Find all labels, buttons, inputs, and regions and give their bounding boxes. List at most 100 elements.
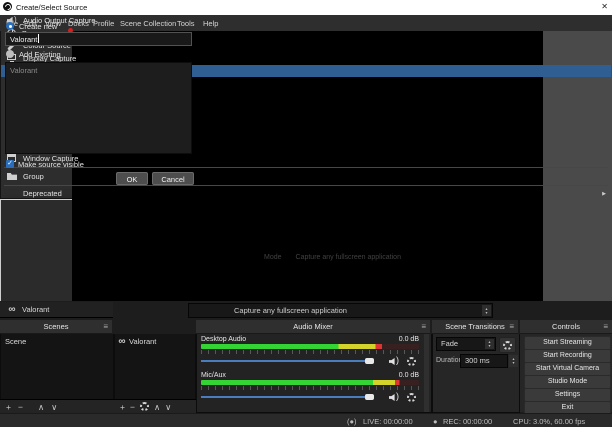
mixer-channel-level: 0.0 dB <box>398 372 419 379</box>
transition-combobox[interactable]: Fade ▴ ▾ <box>436 337 496 351</box>
sources-toolbar: + − ∧ ∨ <box>114 399 200 413</box>
scene-list-item[interactable]: Scene <box>5 337 26 346</box>
duration-spinbox[interactable]: 300 ms <box>460 354 508 368</box>
text-caret <box>38 34 40 43</box>
duration-value: 300 ms <box>465 356 490 365</box>
menu-separator <box>4 185 608 186</box>
remove-scene-button[interactable]: − <box>18 402 23 412</box>
transition-value: Fade <box>441 339 459 348</box>
volume-meter <box>201 344 419 349</box>
submenu-arrow-icon: ▶ <box>602 190 606 197</box>
speaker-mute-icon[interactable] <box>389 391 401 402</box>
audio-mixer-title: Audio Mixer <box>293 322 333 331</box>
settings-button[interactable]: Settings <box>524 388 611 402</box>
sources-list[interactable]: ∞ Valorant <box>114 334 196 400</box>
source-name-input[interactable]: Valorant <box>5 32 192 46</box>
start-recording-button[interactable]: Start Recording <box>524 349 611 363</box>
meter-ticks <box>201 350 419 354</box>
scene-transitions-title: Scene Transitions <box>445 322 505 331</box>
add-scene-button[interactable]: + <box>6 402 11 412</box>
gear-icon <box>503 340 512 350</box>
start-virtual-camera-button[interactable]: Start Virtual Camera <box>524 362 611 376</box>
gamepad-icon: ∞ <box>118 336 126 347</box>
combobox-spinner-icon[interactable]: ▴ ▾ <box>482 305 491 316</box>
scenes-title: Scenes <box>43 322 69 331</box>
gamepad-icon: ∞ <box>8 303 16 315</box>
combobox-spinner-icon[interactable]: ▴ ▾ <box>485 339 494 349</box>
scene-transitions-panel-header: Scene Transitions ≡ <box>432 320 518 334</box>
cpu-fps-status: CPU: 3.0%, 60.00 fps <box>513 417 586 426</box>
scenes-panel-menu-icon[interactable]: ≡ <box>103 320 108 333</box>
create-new-label: Create new <box>19 22 58 31</box>
menu-separator <box>4 167 608 168</box>
move-scene-up-button[interactable]: ∧ <box>38 402 44 412</box>
scenes-list[interactable]: Scene <box>0 334 114 400</box>
controls-panel-menu-icon[interactable]: ≡ <box>603 320 608 333</box>
visible-checkbox-label: Make source visible <box>18 160 84 169</box>
add-existing-label: Add Existing <box>19 50 61 59</box>
mode-value: Capture any fullscreen application <box>295 254 401 261</box>
mode-combobox-value: Capture any fullscreen application <box>234 306 347 315</box>
transition-gear-button[interactable] <box>499 337 516 353</box>
mixer-channel-name: Desktop Audio <box>201 336 247 343</box>
dialog-close-icon[interactable]: ✕ <box>601 2 608 11</box>
audio-mixer-panel-menu-icon[interactable]: ≡ <box>421 320 426 333</box>
audio-mixer-body: Desktop Audio 0.0 dB Mic/Aux 0.0 dB <box>196 334 432 413</box>
add-source-button[interactable]: + <box>120 402 125 412</box>
channel-gear-icon[interactable] <box>407 393 416 402</box>
properties-source-row: ∞ Valorant <box>0 302 113 318</box>
duration-spinner-icon[interactable]: ▴ ▾ <box>509 355 518 367</box>
properties-source-name: Valorant <box>22 305 50 314</box>
remove-source-button[interactable]: − <box>130 402 135 412</box>
volume-slider[interactable] <box>201 393 381 401</box>
scene-transitions-panel-menu-icon[interactable]: ≡ <box>509 320 514 333</box>
status-bar: (●) LIVE: 00:00:00 ● REC: 00:00:00 CPU: … <box>0 413 612 427</box>
existing-source-item[interactable]: Valorant <box>10 66 37 75</box>
meter-ticks <box>201 386 419 390</box>
mixer-scrollbar[interactable] <box>424 334 429 412</box>
scenes-toolbar: + − ∧ ∨ <box>0 399 118 413</box>
channel-gear-icon[interactable] <box>407 357 416 366</box>
existing-sources-list[interactable]: Valorant <box>5 62 192 154</box>
start-streaming-button[interactable]: Start Streaming <box>524 336 611 350</box>
menu-item-group[interactable]: Group <box>1 170 611 183</box>
move-source-up-button[interactable]: ∧ <box>154 402 160 412</box>
add-existing-radio[interactable] <box>6 50 14 58</box>
slider-handle[interactable] <box>364 358 374 364</box>
create-new-radio[interactable] <box>6 22 14 30</box>
live-status: LIVE: 00:00:00 <box>363 417 413 426</box>
menu-item-label: Deprecated <box>23 189 62 199</box>
dialog-title-bar[interactable]: Create/Select Source ✕ <box>0 0 612 13</box>
obs-main-window: OBS 27.2.4 (64-bit, windows) - Profile: … <box>0 0 612 427</box>
studio-mode-button[interactable]: Studio Mode <box>524 375 611 389</box>
scene-transitions-body: Fade ▴ ▾ Duration 300 ms ▴ ▾ <box>432 334 520 413</box>
speaker-mute-icon[interactable] <box>389 355 401 366</box>
menu-item-audio-output-capture[interactable]: Audio Output Capture <box>1 15 611 28</box>
controls-title: Controls <box>552 322 580 331</box>
audio-mixer-panel-header: Audio Mixer ≡ <box>196 320 430 334</box>
scenes-panel-header: Scenes ≡ <box>0 320 112 334</box>
move-scene-down-button[interactable]: ∨ <box>51 402 57 412</box>
cancel-button[interactable]: Cancel <box>152 172 194 185</box>
rec-dot-icon: ● <box>433 417 438 426</box>
menu-item-label: Group <box>23 171 44 181</box>
menu-item-deprecated[interactable]: Deprecated ▶ <box>1 188 611 201</box>
rec-status: REC: 00:00:00 <box>443 417 493 426</box>
mode-combobox[interactable]: Capture any fullscreen application ▴ ▾ <box>188 303 493 318</box>
properties-mode-row: Mode Capture any fullscreen application <box>264 254 415 261</box>
mixer-channel-level: 0.0 dB <box>398 336 419 343</box>
volume-meter <box>201 380 419 385</box>
dialog-title: Create/Select Source <box>16 3 88 12</box>
slider-handle[interactable] <box>364 394 374 400</box>
move-source-down-button[interactable]: ∨ <box>165 402 171 412</box>
volume-slider[interactable] <box>201 357 381 365</box>
source-list-item[interactable]: Valorant <box>129 337 156 346</box>
slider-track <box>201 396 371 398</box>
source-properties-gear-icon[interactable] <box>139 402 149 411</box>
ok-button[interactable]: OK <box>116 172 148 185</box>
slider-track <box>201 360 371 362</box>
mode-label: Mode <box>264 254 282 261</box>
controls-panel-header: Controls ≡ <box>520 320 612 334</box>
folder-icon <box>7 171 17 181</box>
visible-checkbox[interactable]: ✓ <box>6 160 14 168</box>
